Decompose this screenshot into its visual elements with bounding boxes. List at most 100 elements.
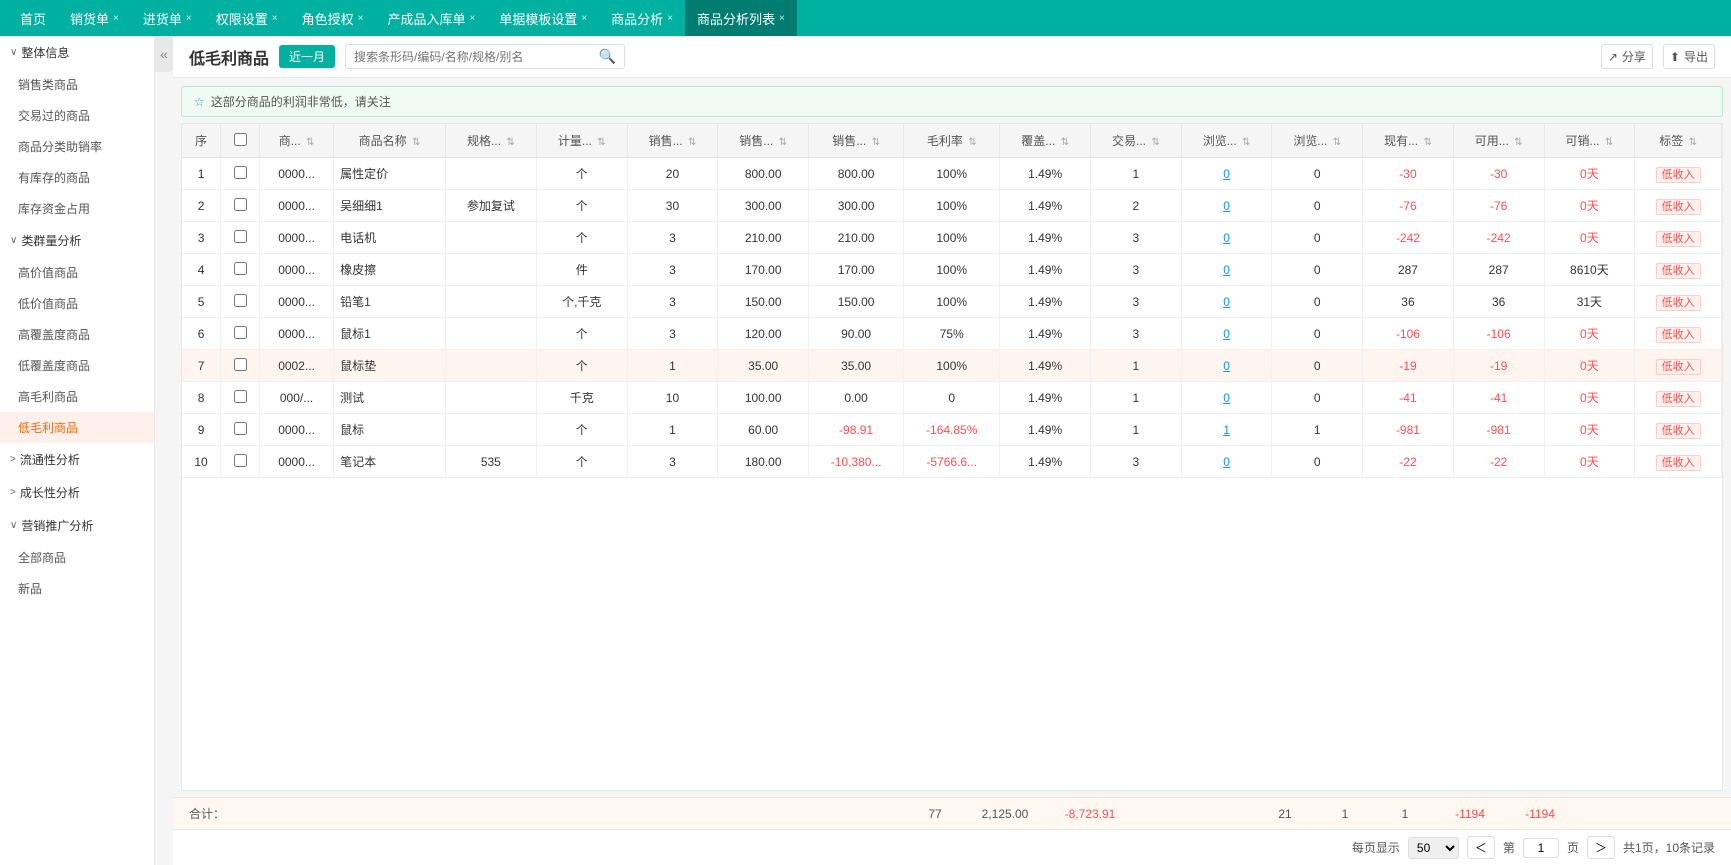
cell-check[interactable] — [221, 446, 260, 478]
sidebar-item-低覆盖度商品[interactable]: 低覆盖度商品 — [0, 350, 154, 381]
nav-item-角色授权[interactable]: 角色授权× — [290, 0, 376, 36]
cell-available-stock: 287 — [1453, 254, 1544, 286]
cell-current-stock: -22 — [1363, 446, 1454, 478]
nav-item-产成品入库单[interactable]: 产成品入库单× — [375, 0, 487, 36]
nav-close-icon[interactable]: × — [779, 13, 785, 24]
cell-views1[interactable]: 0 — [1181, 190, 1272, 222]
sidebar-group-营销推广分析[interactable]: ∨营销推广分析 — [0, 509, 154, 542]
cell-views1[interactable]: 0 — [1181, 286, 1272, 318]
cell-views1[interactable]: 0 — [1181, 446, 1272, 478]
nav-close-icon[interactable]: × — [186, 13, 192, 24]
col-sales-amount[interactable]: 销售... ⇅ — [718, 124, 809, 158]
col-views2[interactable]: 浏览... ⇅ — [1272, 124, 1363, 158]
pagination-bar: 每页显示 50 100 200 ＜ 第 页 ＞ 共1页，10条记录 — [173, 829, 1731, 865]
col-gross-rate[interactable]: 毛利率 ⇅ — [904, 124, 1000, 158]
nav-close-icon[interactable]: × — [581, 13, 587, 24]
col-spec[interactable]: 规格... ⇅ — [445, 124, 536, 158]
cell-views1[interactable]: 0 — [1181, 318, 1272, 350]
sidebar-item-商品分类助销率[interactable]: 商品分类助销率 — [0, 131, 154, 162]
sidebar-group-成长性分析[interactable]: >成长性分析 — [0, 476, 154, 509]
col-saleable-stock[interactable]: 可销... ⇅ — [1544, 124, 1635, 158]
nav-close-icon[interactable]: × — [113, 13, 119, 24]
col-tag[interactable]: 标签 ⇅ — [1635, 124, 1722, 158]
cell-saleable-days: 31天 — [1544, 286, 1635, 318]
search-icon[interactable]: 🔍 — [599, 48, 616, 65]
sidebar-group-流通性分析[interactable]: >流通性分析 — [0, 443, 154, 476]
nav-item-权限设置[interactable]: 权限设置× — [204, 0, 290, 36]
col-sales-qty[interactable]: 销售... ⇅ — [627, 124, 718, 158]
nav-item-商品分析[interactable]: 商品分析× — [599, 0, 685, 36]
row-checkbox[interactable] — [234, 454, 247, 467]
sidebar-item-高覆盖度商品[interactable]: 高覆盖度商品 — [0, 319, 154, 350]
cell-views1[interactable]: 1 — [1181, 414, 1272, 446]
cell-views1[interactable]: 0 — [1181, 254, 1272, 286]
cell-check[interactable] — [221, 158, 260, 190]
row-checkbox[interactable] — [234, 390, 247, 403]
cell-check[interactable] — [221, 286, 260, 318]
sidebar-item-高毛利商品[interactable]: 高毛利商品 — [0, 381, 154, 412]
nav-item-首页[interactable]: 首页 — [8, 0, 58, 36]
cell-views1[interactable]: 0 — [1181, 350, 1272, 382]
share-button[interactable]: ↗ 分享 — [1601, 44, 1653, 69]
row-checkbox[interactable] — [234, 294, 247, 307]
nav-close-icon[interactable]: × — [272, 13, 278, 24]
cell-views1[interactable]: 0 — [1181, 222, 1272, 254]
col-sales-profit[interactable]: 销售... ⇅ — [809, 124, 904, 158]
time-filter-button[interactable]: 近一月 — [279, 45, 335, 68]
cell-check[interactable] — [221, 382, 260, 414]
col-views1[interactable]: 浏览... ⇅ — [1181, 124, 1272, 158]
sidebar-item-高价值商品[interactable]: 高价值商品 — [0, 257, 154, 288]
sidebar-item-新品[interactable]: 新品 — [0, 573, 154, 604]
row-checkbox[interactable] — [234, 262, 247, 275]
col-trade[interactable]: 交易... ⇅ — [1091, 124, 1182, 158]
cell-check[interactable] — [221, 190, 260, 222]
prev-page-btn[interactable]: ＜ — [1467, 836, 1495, 859]
next-page-btn[interactable]: ＞ — [1587, 836, 1615, 859]
select-all-checkbox[interactable] — [234, 133, 247, 146]
row-checkbox[interactable] — [234, 198, 247, 211]
nav-close-icon[interactable]: × — [469, 13, 475, 24]
row-checkbox[interactable] — [234, 358, 247, 371]
nav-close-icon[interactable]: × — [667, 13, 673, 24]
search-input[interactable] — [354, 50, 599, 64]
cell-check[interactable] — [221, 222, 260, 254]
per-page-select[interactable]: 50 100 200 — [1408, 837, 1459, 859]
cell-saleable-days: 8610天 — [1544, 254, 1635, 286]
sidebar-item-全部商品[interactable]: 全部商品 — [0, 542, 154, 573]
sidebar-group-整体信息[interactable]: ∨整体信息 — [0, 36, 154, 69]
cell-check[interactable] — [221, 318, 260, 350]
cell-coverage: 1.49% — [1000, 190, 1091, 222]
cell-check[interactable] — [221, 350, 260, 382]
nav-item-进货单[interactable]: 进货单× — [131, 0, 204, 36]
footer-spacer4 — [1575, 807, 1645, 821]
nav-item-商品分析列表[interactable]: 商品分析列表× — [685, 0, 797, 36]
col-available-stock[interactable]: 可用... ⇅ — [1453, 124, 1544, 158]
page-number-input[interactable] — [1523, 838, 1559, 858]
col-coverage[interactable]: 覆盖... ⇅ — [1000, 124, 1091, 158]
row-checkbox[interactable] — [234, 422, 247, 435]
nav-item-单据模板设置[interactable]: 单据模板设置× — [487, 0, 599, 36]
col-code[interactable]: 商... ⇅ — [259, 124, 333, 158]
row-checkbox[interactable] — [234, 326, 247, 339]
col-name[interactable]: 商品名称 ⇅ — [334, 124, 446, 158]
sidebar-collapse-btn[interactable]: « — [155, 36, 173, 72]
sidebar-item-有库存的商品[interactable]: 有库存的商品 — [0, 162, 154, 193]
col-current-stock[interactable]: 现有... ⇅ — [1363, 124, 1454, 158]
export-button[interactable]: ⬆ 导出 — [1663, 44, 1715, 69]
sidebar-item-销售类商品[interactable]: 销售类商品 — [0, 69, 154, 100]
nav-close-icon[interactable]: × — [358, 13, 364, 24]
cell-views1[interactable]: 0 — [1181, 382, 1272, 414]
sidebar-item-交易过的商品[interactable]: 交易过的商品 — [0, 100, 154, 131]
cell-check[interactable] — [221, 254, 260, 286]
row-checkbox[interactable] — [234, 230, 247, 243]
cell-check[interactable] — [221, 414, 260, 446]
sidebar-group-类群量分析[interactable]: ∨类群量分析 — [0, 224, 154, 257]
col-check[interactable] — [221, 124, 260, 158]
sidebar-item-低毛利商品[interactable]: 低毛利商品 — [0, 412, 154, 443]
nav-item-销货单[interactable]: 销货单× — [58, 0, 131, 36]
cell-views1[interactable]: 0 — [1181, 158, 1272, 190]
row-checkbox[interactable] — [234, 166, 247, 179]
col-unit[interactable]: 计量... ⇅ — [536, 124, 627, 158]
sidebar-item-库存资金占用[interactable]: 库存资金占用 — [0, 193, 154, 224]
sidebar-item-低价值商品[interactable]: 低价值商品 — [0, 288, 154, 319]
